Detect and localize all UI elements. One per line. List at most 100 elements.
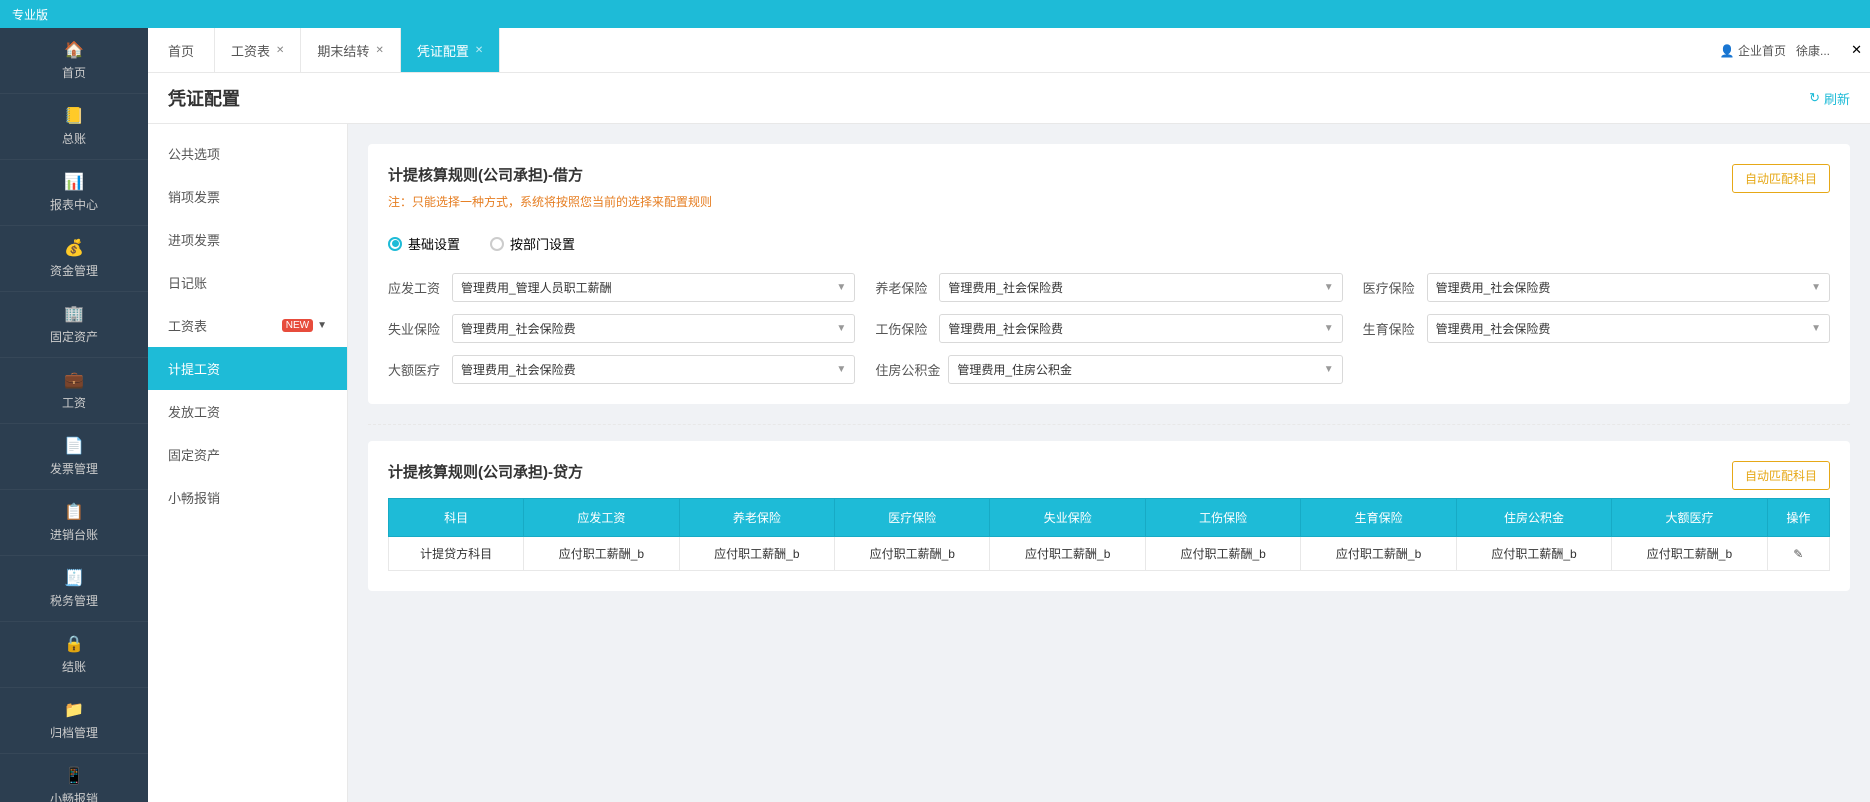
sidebar-item-进销台账[interactable]: 📋进销台账 [0, 490, 148, 556]
th-major-medical: 大额医疗 [1612, 499, 1767, 537]
form-row-housing: 住房公积金 管理费用_住房公积金 ▼ [875, 355, 1342, 384]
table-row: 计提贷方科目 应付职工薪酬_b 应付职工薪酬_b 应付职工薪酬_b 应付职工薪酬… [389, 537, 1830, 571]
sidebar-icon: 🧾 [64, 568, 84, 588]
select-salary[interactable]: 管理费用_管理人员职工薪酬 ▼ [452, 273, 855, 302]
right-content: 计提核算规则(公司承担)-借方 注：只能选择一种方式，系统将按照您当前的选择来配… [348, 124, 1870, 802]
select-unemployment-arrow: ▼ [836, 323, 846, 334]
tab-period-close-btn[interactable]: ✕ [375, 45, 383, 56]
left-nav-sales-invoice[interactable]: 销项发票 [148, 175, 347, 218]
left-nav-journal[interactable]: 日记账 [148, 261, 347, 304]
th-pension: 养老保险 [679, 499, 834, 537]
left-nav-expense[interactable]: 小畅报销 [148, 476, 347, 519]
sidebar-label: 结账 [62, 658, 86, 675]
sidebar-item-报表中心[interactable]: 📊报表中心 [0, 160, 148, 226]
left-nav-public[interactable]: 公共选项 [148, 132, 347, 175]
form-grid-row3: 大额医疗 管理费用_社会保险费 ▼ 住房公积金 管理费用_住房公积金 ▼ [388, 355, 1830, 384]
label-pension: 养老保险 [875, 278, 931, 297]
form-row-unemployment: 失业保险 管理费用_社会保险费 ▼ [388, 314, 855, 343]
credit-table-head: 科目 应发工资 养老保险 医疗保险 失业保险 工伤保险 生育保险 住房公积金 大… [389, 499, 1830, 537]
sidebar-item-小畅报销[interactable]: 📱小畅报销 [0, 754, 148, 802]
sidebar-icon: 📒 [64, 106, 84, 126]
refresh-icon: ↻ [1809, 90, 1820, 106]
sidebar-item-首页[interactable]: 🏠首页 [0, 28, 148, 94]
left-nav-purchase-invoice[interactable]: 进项发票 [148, 218, 347, 261]
sidebar-label: 税务管理 [50, 592, 98, 609]
edit-icon[interactable]: ✎ [1793, 547, 1803, 561]
sidebar-item-工资[interactable]: 💼工资 [0, 358, 148, 424]
select-maternity[interactable]: 管理费用_社会保险费 ▼ [1427, 314, 1830, 343]
sidebar-icon: 📊 [64, 172, 84, 192]
select-pension-arrow: ▼ [1324, 282, 1334, 293]
form-row-salary: 应发工资 管理费用_管理人员职工薪酬 ▼ [388, 273, 855, 302]
left-nav-accrued-salary[interactable]: 计提工资 [148, 347, 347, 390]
select-unemployment[interactable]: 管理费用_社会保险费 ▼ [452, 314, 855, 343]
select-medical-value: 管理费用_社会保险费 [1436, 279, 1811, 296]
tab-bar-close[interactable]: ✕ [1843, 28, 1870, 72]
tab-period-close[interactable]: 期末结转 ✕ [301, 28, 400, 72]
td-row-major-medical: 应付职工薪酬_b [1612, 537, 1767, 571]
radio-department-label: 按部门设置 [510, 234, 575, 253]
th-action: 操作 [1767, 499, 1829, 537]
sidebar-item-税务管理[interactable]: 🧾 税务管理 [0, 556, 148, 622]
sidebar-item-总账[interactable]: 📒总账 [0, 94, 148, 160]
th-injury: 工伤保险 [1145, 499, 1300, 537]
select-unemployment-value: 管理费用_社会保险费 [461, 320, 836, 337]
select-pension[interactable]: 管理费用_社会保险费 ▼ [939, 273, 1342, 302]
label-housing: 住房公积金 [875, 360, 940, 379]
radio-basic[interactable]: 基础设置 [388, 234, 460, 253]
sidebar-label: 固定资产 [50, 328, 98, 345]
sidebar-label: 首页 [62, 64, 86, 81]
left-nav-payroll-table[interactable]: 工资表 NEW ▼ [148, 304, 347, 347]
refresh-button[interactable]: ↻ 刷新 [1809, 89, 1850, 108]
user-area: 👤 企业首页 徐康... [1720, 42, 1830, 59]
radio-department[interactable]: 按部门设置 [490, 234, 575, 253]
select-housing-arrow: ▼ [1324, 364, 1334, 375]
select-medical-arrow: ▼ [1811, 282, 1821, 293]
radio-basic-circle [388, 237, 402, 251]
top-bar: 专业版 [0, 0, 1870, 28]
tab-voucher-config[interactable]: 凭证配置 ✕ [401, 28, 500, 72]
tab-home[interactable]: 首页 [148, 28, 215, 72]
sidebar-label: 发票管理 [50, 460, 98, 477]
th-salary: 应发工资 [524, 499, 679, 537]
sidebar: 🏠首页📒总账📊报表中心💰资金管理 🏢 固定资产 💼工资 📄 发票管理 📋进销台账 🧾 税务管理 🔒… [0, 28, 148, 802]
sidebar-icon: 🏢 [64, 304, 84, 324]
tab-payroll[interactable]: 工资表 ✕ [215, 28, 301, 72]
sidebar-icon: 📄 [64, 436, 84, 456]
select-injury[interactable]: 管理费用_社会保险费 ▼ [939, 314, 1342, 343]
section2-title: 计提核算规则(公司承担)-贷方 [388, 461, 583, 482]
credit-table-body: 计提贷方科目 应付职工薪酬_b 应付职工薪酬_b 应付职工薪酬_b 应付职工薪酬… [389, 537, 1830, 571]
sidebar-item-发票管理[interactable]: 📄 发票管理 [0, 424, 148, 490]
sidebar-icon: 📁 [64, 700, 84, 720]
left-nav-paid-salary[interactable]: 发放工资 [148, 390, 347, 433]
sidebar-item-资金管理[interactable]: 💰资金管理 [0, 226, 148, 292]
select-major-medical[interactable]: 管理费用_社会保险费 ▼ [452, 355, 855, 384]
tab-payroll-close[interactable]: ✕ [276, 45, 284, 56]
top-right-area: 👤 企业首页 徐康... [1720, 28, 1830, 72]
refresh-label: 刷新 [1824, 89, 1850, 108]
auto-match-credit-button[interactable]: 自动匹配科目 [1732, 461, 1830, 490]
select-injury-value: 管理费用_社会保险费 [948, 320, 1323, 337]
sidebar-icon: 📋 [64, 502, 84, 522]
content-area: 首页 工资表 ✕ 期末结转 ✕ 凭证配置 ✕ 👤 企业首页 徐康... ✕ 凭证… [148, 28, 1870, 802]
sidebar-label: 工资 [62, 394, 86, 411]
sidebar-item-固定资产[interactable]: 🏢 固定资产 [0, 292, 148, 358]
tab-voucher-config-close[interactable]: ✕ [475, 45, 483, 56]
section1-note: 注：只能选择一种方式，系统将按照您当前的选择来配置规则 [388, 193, 712, 210]
td-row-subject: 计提贷方科目 [389, 537, 524, 571]
th-unemployment: 失业保险 [990, 499, 1145, 537]
left-nav-fixed-assets[interactable]: 固定资产 [148, 433, 347, 476]
td-row-maternity: 应付职工薪酬_b [1301, 537, 1456, 571]
main-content: 公共选项 销项发票 进项发票 日记账 工资表 NEW ▼ 计提工资 发放工资 固… [148, 124, 1870, 802]
left-nav-payroll-table-label: 工资表 [168, 316, 207, 335]
select-maternity-value: 管理费用_社会保险费 [1436, 320, 1811, 337]
select-major-medical-arrow: ▼ [836, 364, 846, 375]
sidebar-item-结账[interactable]: 🔒结账 [0, 622, 148, 688]
sidebar-item-归档管理[interactable]: 📁归档管理 [0, 688, 148, 754]
select-housing[interactable]: 管理费用_住房公积金 ▼ [948, 355, 1342, 384]
label-maternity: 生育保险 [1363, 319, 1419, 338]
section1-title: 计提核算规则(公司承担)-借方 [388, 164, 712, 185]
td-row-action[interactable]: ✎ [1767, 537, 1829, 571]
auto-match-debit-button[interactable]: 自动匹配科目 [1732, 164, 1830, 193]
select-medical[interactable]: 管理费用_社会保险费 ▼ [1427, 273, 1830, 302]
